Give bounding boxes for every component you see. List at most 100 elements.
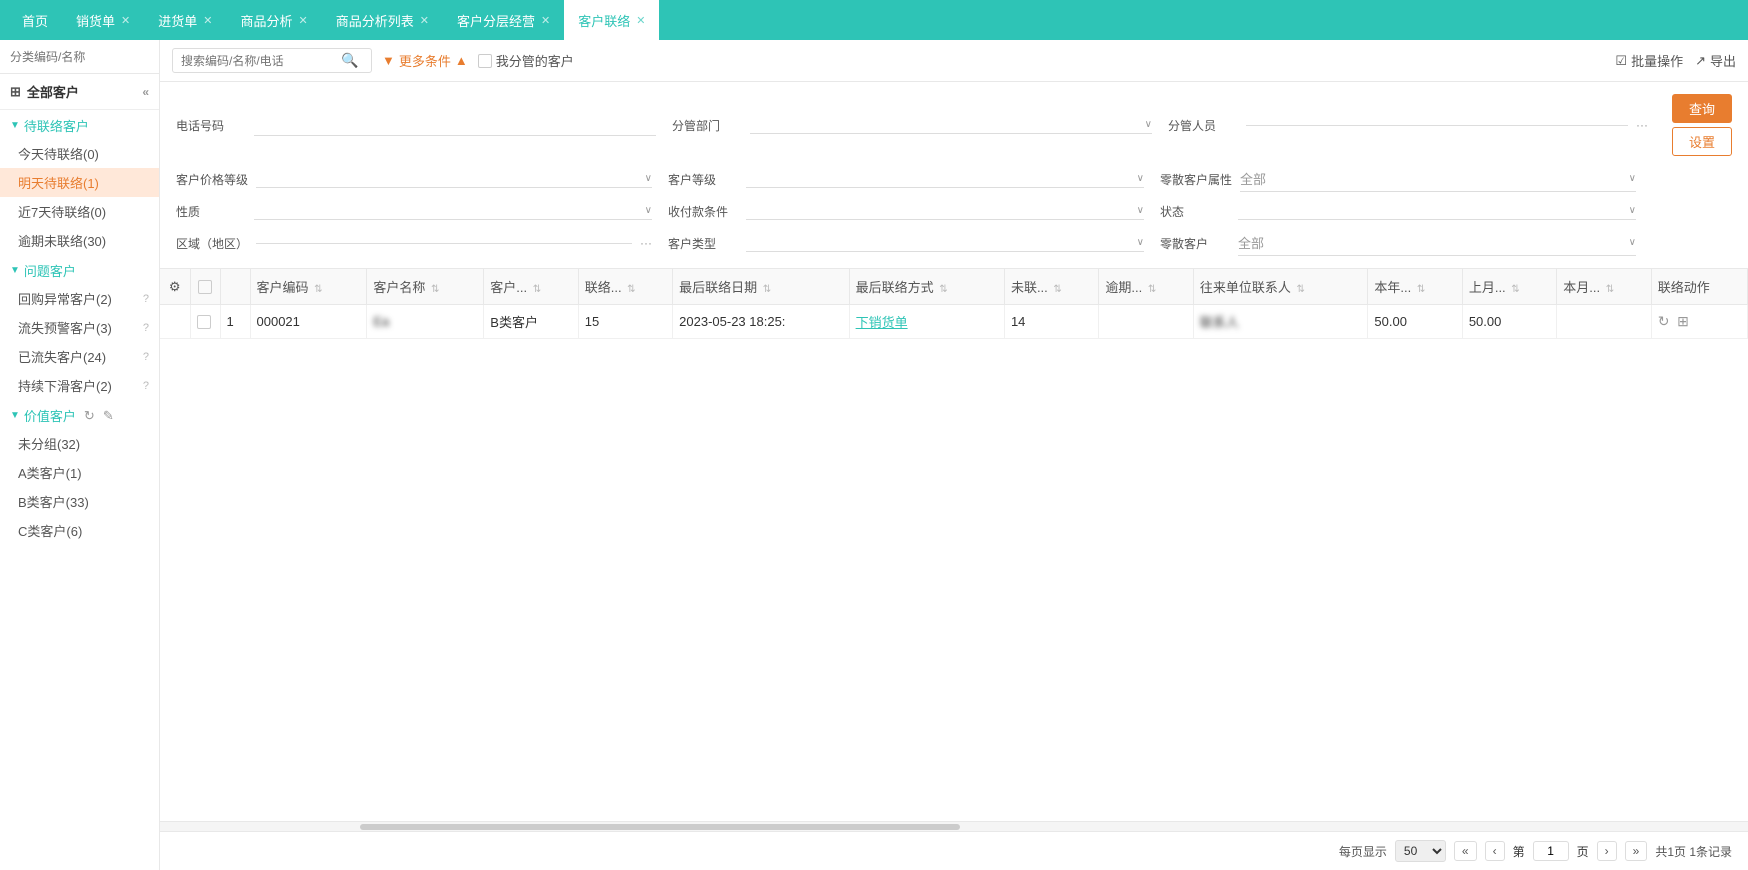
collapse-icon[interactable]: « [142,85,149,99]
nav-customer-contact[interactable]: 客户联络 ✕ [564,0,659,40]
my-customers-checkbox[interactable]: 我分管的客户 [478,51,574,70]
prev-page-button[interactable]: ‹ [1485,841,1505,861]
help-icon[interactable]: ? [143,351,149,363]
search-input[interactable] [181,54,341,68]
th-code[interactable]: 客户编码 ⇅ [250,269,367,305]
page-size-select[interactable]: 50 100 200 [1395,840,1446,862]
main-layout: 🔍 ⊞ 全部客户 « ▼ 待联络客户 今天待联络(0) 明天待联络(1) 近7天… [0,40,1748,870]
filter-label-price-level: 客户价格等级 [176,171,248,188]
filter-select-customer-type[interactable]: ∨ [746,234,1144,252]
sidebar-item-tomorrow-pending[interactable]: 明天待联络(1) [0,168,159,197]
close-icon[interactable]: ✕ [203,14,212,27]
close-icon[interactable]: ✕ [541,14,550,27]
td-checkbox[interactable] [190,305,220,339]
table-scroll-bar[interactable] [160,821,1748,831]
th-last-method[interactable]: 最后联络方式 ⇅ [849,269,1004,305]
filter-label-status: 状态 [1160,203,1230,220]
filter-select-payment[interactable]: ∨ [746,202,1144,220]
td-last-method[interactable]: 下销货单 [849,305,1004,339]
page-number-input[interactable] [1533,841,1569,861]
sidebar-item-a-class[interactable]: A类客户(1) [0,458,159,487]
th-overdue[interactable]: 逾期... ⇅ [1099,269,1193,305]
search-icon[interactable]: 🔍 [341,52,358,69]
scroll-thumb[interactable] [360,824,960,830]
th-name[interactable]: 客户名称 ⇅ [367,269,484,305]
query-button[interactable]: 查询 [1672,94,1732,123]
more-filter-button[interactable]: ▼ 更多条件 ▲ [382,51,468,70]
filter-input-phone[interactable] [254,115,656,136]
export-button[interactable]: ↗ 导出 [1695,51,1736,70]
sidebar-item-declining[interactable]: 持续下滑客户(2) ? [0,371,159,400]
filter-select-status[interactable]: ∨ [1238,202,1636,220]
nav-customer-segment[interactable]: 客户分层经营 ✕ [443,0,564,40]
triangle-icon: ▼ [10,265,20,276]
th-contact[interactable]: 联络... ⇅ [578,269,672,305]
filter-select-dept[interactable]: ∨ [750,116,1152,134]
section-title-value[interactable]: ▼ 价值客户 ↻ ✎ [0,400,159,429]
last-method-link[interactable]: 下销货单 [856,315,908,330]
sidebar-item-7days-pending[interactable]: 近7天待联络(0) [0,197,159,226]
chevron-down-icon: ∨ [1629,237,1636,248]
th-unit-contact[interactable]: 往来单位联系人 ⇅ [1193,269,1368,305]
th-type[interactable]: 客户... ⇅ [484,269,578,305]
filter-select-price-level[interactable]: ∨ [256,170,652,188]
toolbar-right: ☑ 批量操作 ↗ 导出 [1615,51,1736,70]
dots-icon[interactable]: ··· [640,236,652,250]
sidebar-all-customers[interactable]: ⊞ 全部客户 « [0,74,159,110]
close-icon[interactable]: ✕ [121,14,130,27]
close-icon[interactable]: ✕ [636,14,645,27]
dots-icon[interactable]: ··· [1636,118,1648,132]
sidebar-item-c-class[interactable]: C类客户(6) [0,516,159,545]
sidebar-item-today-pending[interactable]: 今天待联络(0) [0,139,159,168]
filter-cell-retail-attr: 零散客户属性 全部 ∨ [1160,166,1636,192]
last-page-button[interactable]: » [1625,841,1648,861]
filter-select-nature[interactable]: ∨ [254,202,652,220]
first-page-button[interactable]: « [1454,841,1477,861]
sort-icon: ⇅ [533,284,541,295]
sidebar-item-overdue-pending[interactable]: 逾期未联络(30) [0,226,159,255]
help-icon[interactable]: ? [143,380,149,392]
triangle-icon: ▼ [10,120,20,131]
help-icon[interactable]: ? [143,322,149,334]
section-title-problem[interactable]: ▼ 问题客户 [0,255,159,284]
next-page-button[interactable]: › [1597,841,1617,861]
sidebar-item-b-class[interactable]: B类客户(33) [0,487,159,516]
batch-operation-button[interactable]: ☑ 批量操作 [1615,51,1683,70]
close-icon[interactable]: ✕ [420,14,429,27]
th-checkbox[interactable] [190,269,220,305]
help-icon[interactable]: ? [143,293,149,305]
sidebar-item-ungrouped[interactable]: 未分组(32) [0,429,159,458]
nav-purchase-order[interactable]: 进货单 ✕ [144,0,226,40]
th-settings[interactable]: ⚙ [160,269,190,305]
select-all-checkbox[interactable] [198,280,212,294]
section-title-pending[interactable]: ▼ 待联络客户 [0,110,159,139]
th-this-year[interactable]: 本年... ⇅ [1368,269,1462,305]
sort-icon: ⇅ [1511,284,1519,295]
nav-sales-order[interactable]: 销货单 ✕ [62,0,144,40]
th-last-date[interactable]: 最后联络日期 ⇅ [673,269,849,305]
row-checkbox[interactable] [197,315,211,329]
nav-product-analysis[interactable]: 商品分析 ✕ [226,0,321,40]
td-action: ↻ ⊞ [1651,305,1747,339]
nav-home[interactable]: 首页 [8,0,62,40]
filter-select-customer-level[interactable]: ∨ [746,170,1144,188]
th-last-month[interactable]: 上月... ⇅ [1462,269,1556,305]
settings-button[interactable]: 设置 [1672,127,1732,156]
filter-panel: 电话号码 分管部门 ∨ 分管人员 ··· 查询 设置 [160,82,1748,269]
sidebar-item-churn-warning[interactable]: 流失预警客户(3) ? [0,313,159,342]
sort-icon: ⇅ [1148,284,1156,295]
sidebar-search-input[interactable] [10,50,160,64]
th-this-month[interactable]: 本月... ⇅ [1557,269,1651,305]
close-icon[interactable]: ✕ [299,14,308,27]
sidebar-item-repurchase-anomaly[interactable]: 回购异常客户(2) ? [0,284,159,313]
grid-action-icon[interactable]: ⊞ [1677,313,1689,329]
nav-product-analysis-list[interactable]: 商品分析列表 ✕ [322,0,443,40]
edit-icon[interactable]: ✎ [103,408,114,424]
filter-select-retail-attr[interactable]: 全部 ∨ [1240,166,1636,192]
th-uncontacted[interactable]: 未联... ⇅ [1004,269,1098,305]
sidebar-item-churned[interactable]: 已流失客户(24) ? [0,342,159,371]
refresh-icon[interactable]: ↻ [84,408,95,424]
filter-select-retail-customer[interactable]: 全部 ∨ [1238,230,1636,256]
checkbox-icon[interactable] [478,54,492,68]
refresh-action-icon[interactable]: ↻ [1658,313,1670,329]
